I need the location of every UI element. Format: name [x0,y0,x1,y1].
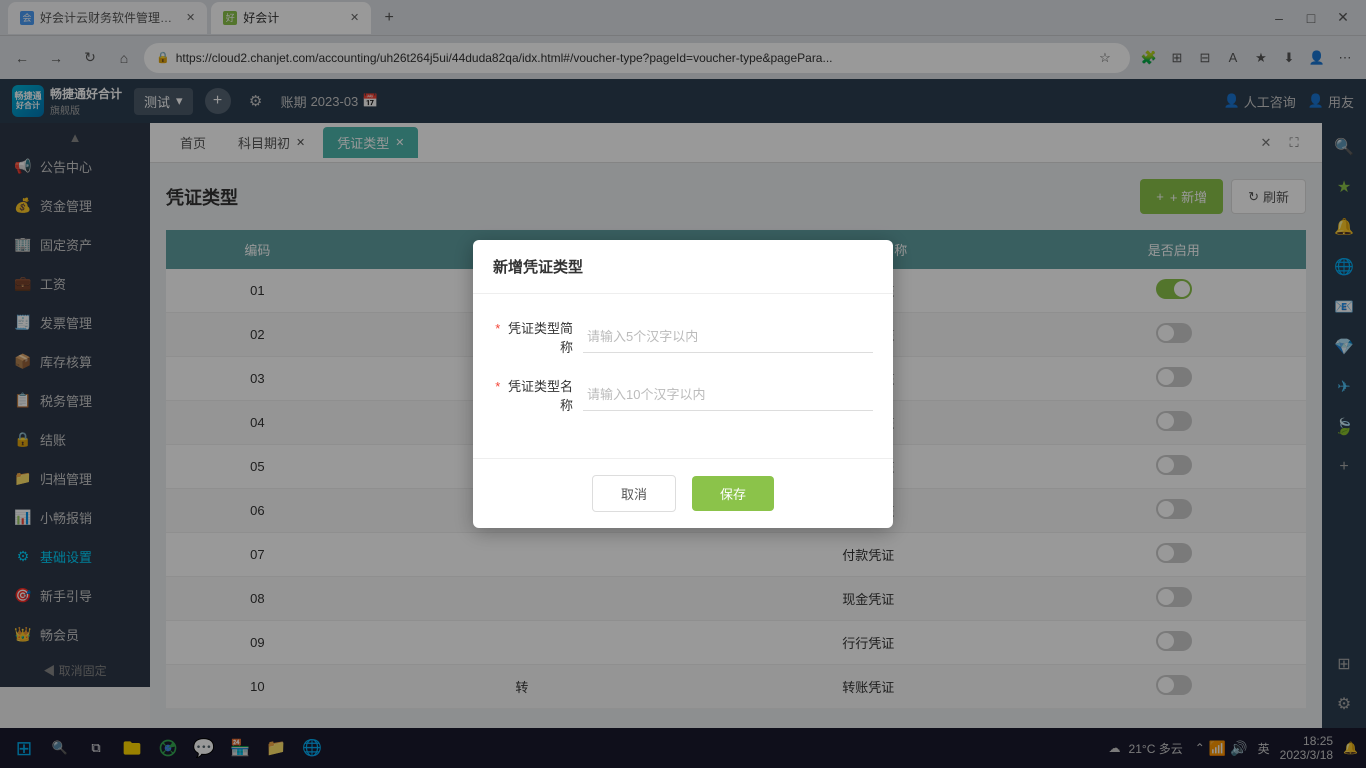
add-voucher-type-dialog: 新增凭证类型 * 凭证类型简称 * 凭证类型名称 取消 保存 [473,240,893,528]
required-star: * [495,321,500,336]
dialog-header: 新增凭证类型 [473,240,893,294]
form-row-name: * 凭证类型名称 [493,376,873,414]
cancel-button[interactable]: 取消 [592,475,676,512]
save-button[interactable]: 保存 [692,476,774,511]
full-name-input[interactable] [583,379,873,411]
dialog-title: 新增凭证类型 [493,256,583,277]
form-row-short: * 凭证类型简称 [493,318,873,356]
name-label: * 凭证类型名称 [493,376,583,414]
dialog-overlay: 新增凭证类型 * 凭证类型简称 * 凭证类型名称 取消 保存 [0,0,1366,768]
dialog-footer: 取消 保存 [473,458,893,528]
required-star-2: * [495,379,500,394]
short-label: * 凭证类型简称 [493,318,583,356]
dialog-body: * 凭证类型简称 * 凭证类型名称 [473,294,893,458]
short-name-input[interactable] [583,321,873,353]
